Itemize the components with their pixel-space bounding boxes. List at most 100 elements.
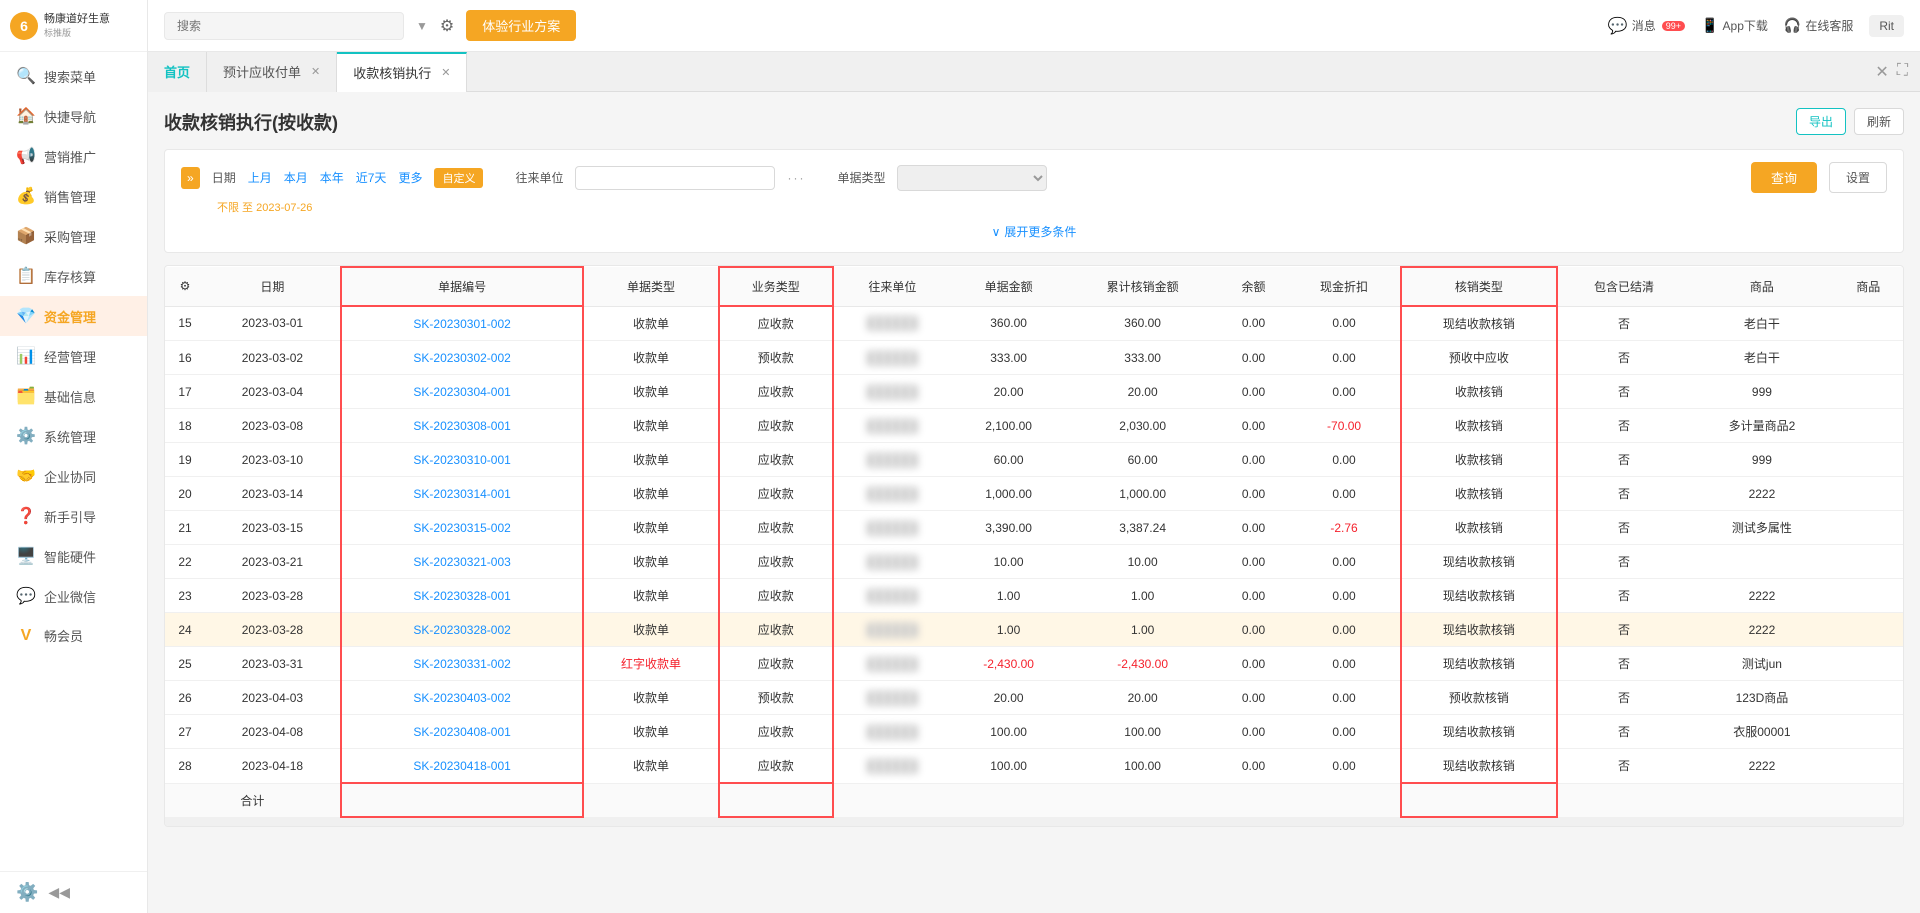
sidebar-item-sales[interactable]: 💰 销售管理 [0,176,147,216]
sidebar-item-marketing[interactable]: 📢 营销推广 [0,136,147,176]
table-cell: 应收款 [719,613,833,647]
table-cell[interactable]: SK-20230304-001 [341,375,584,409]
doc-no-link[interactable]: SK-20230304-001 [413,385,510,399]
doc-no-link[interactable]: SK-20230321-003 [413,555,510,569]
table-cell[interactable]: SK-20230308-001 [341,409,584,443]
table-cell: ██████ [833,613,951,647]
partner-filter-label: 往来单位 [515,169,563,186]
online-service-area[interactable]: 🎧 在线客服 [1784,17,1853,34]
filter-settings-button[interactable]: 设置 [1829,162,1887,193]
gear-icon[interactable]: ⚙ [440,16,454,36]
table-cell: 0.00 [1219,341,1288,375]
expand-more-btn[interactable]: ∨ 展开更多条件 [181,223,1887,240]
maximize-icon[interactable]: ⛶ [1897,62,1908,82]
refresh-button[interactable]: 刷新 [1854,108,1904,135]
table-cell: 28 [165,749,205,784]
export-button[interactable]: 导出 [1796,108,1846,135]
doc-no-link[interactable]: SK-20230331-002 [413,657,510,671]
table-cell: 2,100.00 [951,409,1067,443]
doc-no-link[interactable]: SK-20230328-001 [413,589,510,603]
table-cell [1834,749,1903,784]
sidebar-item-wechat[interactable]: 💬 企业微信 [0,576,147,616]
sidebar-item-hardware[interactable]: 🖥️ 智能硬件 [0,536,147,576]
col-biz-type: 业务类型 [719,267,833,306]
user-avatar[interactable]: Rit [1869,15,1904,37]
table-horizontal-scrollbar[interactable] [165,818,1903,826]
date-this-year[interactable]: 本年 [320,169,344,186]
tab-pending[interactable]: 预计应收付单 ✕ [207,52,337,92]
sidebar-item-basic[interactable]: 🗂️ 基础信息 [0,376,147,416]
table-cell[interactable]: SK-20230328-002 [341,613,584,647]
footer-amount [951,783,1067,817]
table-cell[interactable]: SK-20230302-002 [341,341,584,375]
close-window-icon[interactable]: ✕ [1875,62,1888,82]
table-cell: 收款单 [583,477,718,511]
table-cell: 2023-03-02 [205,341,341,375]
search-input[interactable] [164,12,404,40]
table-cell[interactable]: SK-20230301-002 [341,306,584,341]
table-cell[interactable]: SK-20230315-002 [341,511,584,545]
sidebar-item-operation[interactable]: 📊 经营管理 [0,336,147,376]
app-download-area[interactable]: 📱 App下载 [1701,17,1768,34]
table-cell[interactable]: SK-20230331-002 [341,647,584,681]
partner-filter-input[interactable] [575,166,775,190]
table-cell: -2,430.00 [1066,647,1219,681]
table-cell [1834,647,1903,681]
query-button[interactable]: 查询 [1751,162,1817,193]
messages-area[interactable]: 💬 消息 99+ [1608,16,1685,36]
doc-type-filter-select[interactable] [897,165,1047,191]
table-cell [1834,681,1903,715]
tab-writeoff[interactable]: 收款核销执行 ✕ [337,52,467,92]
sidebar-item-search[interactable]: 🔍 搜索菜单 [0,56,147,96]
date-more[interactable]: 更多 [398,169,422,186]
doc-no-link[interactable]: SK-20230403-002 [413,691,510,705]
table-cell[interactable]: SK-20230310-001 [341,443,584,477]
date-custom-btn[interactable]: 自定义 [434,168,483,188]
sidebar-item-quick[interactable]: 🏠 快捷导航 [0,96,147,136]
doc-no-link[interactable]: SK-20230328-002 [413,623,510,637]
doc-no-link[interactable]: SK-20230301-002 [413,317,510,331]
sidebar-item-member[interactable]: V 畅会员 [0,616,147,655]
table-cell[interactable]: SK-20230418-001 [341,749,584,784]
table-cell: 否 [1557,749,1690,784]
sidebar-item-inventory[interactable]: 📋 库存核算 [0,256,147,296]
tab-writeoff-close[interactable]: ✕ [441,66,450,79]
table-cell: 0.00 [1288,443,1401,477]
col-date: 日期 [205,267,341,306]
date-last-7-days[interactable]: 近7天 [356,169,387,186]
sidebar-item-purchase[interactable]: 📦 采购管理 [0,216,147,256]
table-cell[interactable]: SK-20230314-001 [341,477,584,511]
collapse-icon[interactable]: ◀◀ [48,884,70,901]
date-this-month[interactable]: 本月 [284,169,308,186]
sidebar: 6 畅康道好生意 标推版 🔍 搜索菜单 🏠 快捷导航 📢 营销推广 💰 销售管理… [0,0,148,913]
doc-no-link[interactable]: SK-20230315-002 [413,521,510,535]
tab-home[interactable]: 首页 [148,52,207,92]
table-cell: 17 [165,375,205,409]
col-partner: 往来单位 [833,267,951,306]
doc-no-link[interactable]: SK-20230314-001 [413,487,510,501]
tab-pending-close[interactable]: ✕ [311,65,320,78]
table-cell: 1.00 [1066,579,1219,613]
expand-arrow-icon[interactable]: » [181,167,200,189]
settings-icon[interactable]: ⚙️ [16,882,38,903]
table-cell[interactable]: SK-20230403-002 [341,681,584,715]
chevron-down-icon[interactable]: ▼ [416,19,428,33]
doc-no-link[interactable]: SK-20230308-001 [413,419,510,433]
table-scroll[interactable]: ⚙ 日期 单据编号 单据类型 业务类型 往来单位 单据金额 累计核销金额 余额 … [165,266,1903,818]
sidebar-item-system[interactable]: ⚙️ 系统管理 [0,416,147,456]
table-cell[interactable]: SK-20230321-003 [341,545,584,579]
sidebar-item-finance[interactable]: 💎 资金管理 [0,296,147,336]
sidebar-item-enterprise[interactable]: 🤝 企业协同 [0,456,147,496]
date-last-month[interactable]: 上月 [248,169,272,186]
doc-no-link[interactable]: SK-20230302-002 [413,351,510,365]
col-gear[interactable]: ⚙ [165,267,205,306]
doc-no-link[interactable]: SK-20230408-001 [413,725,510,739]
sidebar-item-guide[interactable]: ❓ 新手引导 [0,496,147,536]
table-cell[interactable]: SK-20230408-001 [341,715,584,749]
basic-icon: 🗂️ [16,386,36,406]
industry-solution-button[interactable]: 体验行业方案 [466,10,576,41]
doc-no-link[interactable]: SK-20230310-001 [413,453,510,467]
messages-label: 消息 [1632,17,1656,34]
table-cell[interactable]: SK-20230328-001 [341,579,584,613]
doc-no-link[interactable]: SK-20230418-001 [413,759,510,773]
